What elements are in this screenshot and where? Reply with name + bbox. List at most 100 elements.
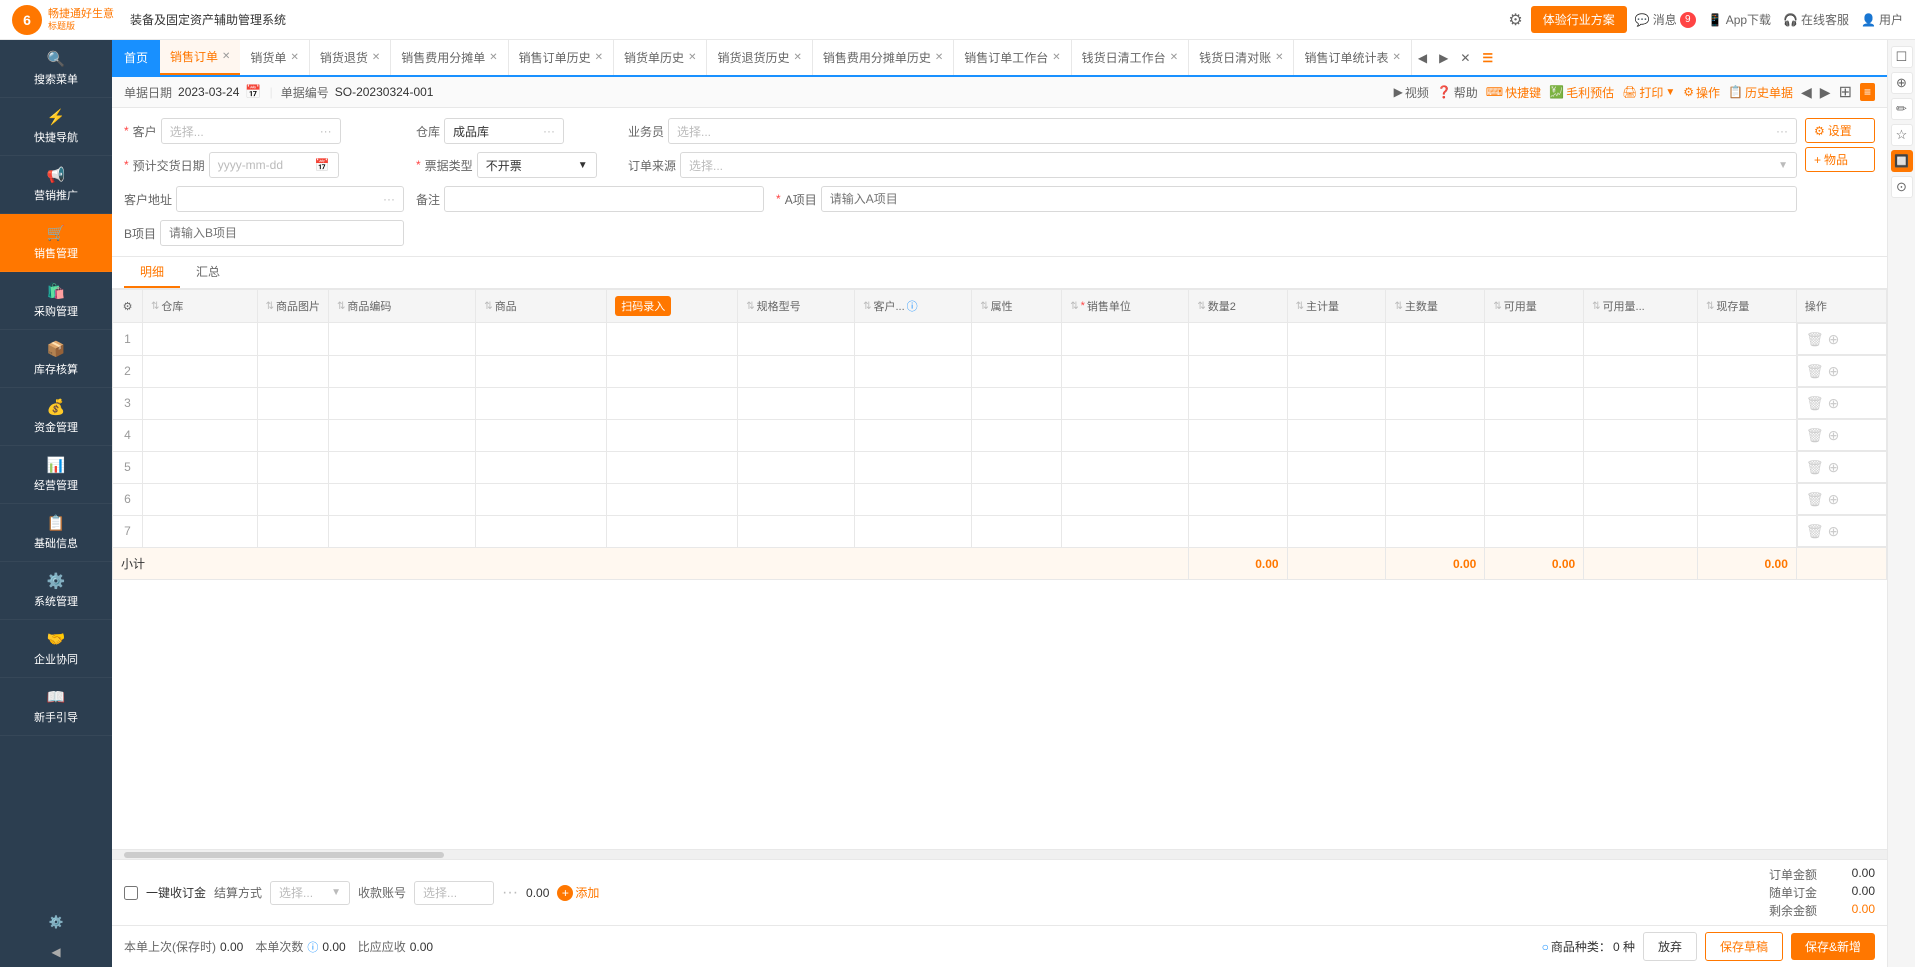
row-copy-icon[interactable]: ⊕ <box>1828 331 1840 348</box>
user-avatar[interactable]: 👤 用户 <box>1861 11 1903 28</box>
row-copy-icon[interactable]: ⊕ <box>1828 523 1840 540</box>
tab-order-history[interactable]: 销售订单历史 ✕ <box>509 40 614 75</box>
tab-expense-split[interactable]: 销售费用分摊单 ✕ <box>391 40 508 75</box>
sidebar-item-enterprise[interactable]: 🤝 企业协同 <box>0 620 112 678</box>
row-delete-icon[interactable]: 🗑 <box>1806 363 1824 380</box>
operation-btn[interactable]: ⚙ 操作 <box>1683 84 1720 101</box>
tab-summary[interactable]: 汇总 <box>180 257 236 288</box>
calendar-icon[interactable]: 📅 <box>245 84 261 100</box>
help-btn[interactable]: ❓ 帮助 <box>1437 84 1478 101</box>
tab-returns-history[interactable]: 销货退货历史 ✕ <box>707 40 812 75</box>
account-input[interactable]: 选择... <box>414 881 494 905</box>
settings-icon[interactable]: ⚙ <box>1508 10 1522 30</box>
tab-returns-history-close[interactable]: ✕ <box>793 52 801 63</box>
tab-receipt-history-close[interactable]: ✕ <box>688 52 696 63</box>
settings-quick-btn[interactable]: ⚙ 设置 <box>1805 118 1875 143</box>
tab-receipt-history[interactable]: 销货单历史 ✕ <box>614 40 707 75</box>
nav-prev-btn[interactable]: ◀ <box>1801 84 1812 101</box>
sidebar-item-finance[interactable]: 💰 资金管理 <box>0 388 112 446</box>
settlement-select[interactable]: 选择... ▼ <box>270 881 350 905</box>
row-delete-icon[interactable]: 🗑 <box>1806 331 1824 348</box>
sidebar-item-quick-nav[interactable]: ⚡ 快捷导航 <box>0 98 112 156</box>
tab-order-workbench[interactable]: 销售订单工作台 ✕ <box>954 40 1071 75</box>
tab-expense-history[interactable]: 销售费用分摊单历史 ✕ <box>813 40 954 75</box>
rs-btn-3[interactable]: ✏ <box>1891 98 1913 120</box>
tab-next[interactable]: ▶ <box>1433 40 1454 75</box>
sidebar-item-purchase[interactable]: 🛍️ 采购管理 <box>0 272 112 330</box>
view-video-btn[interactable]: ▶ 视频 <box>1394 84 1429 101</box>
add-payment-btn[interactable]: + 添加 <box>557 884 599 901</box>
col-settings-header[interactable]: ⚙ <box>113 290 143 323</box>
print-btn[interactable]: 🖨 打印 ▼ <box>1622 84 1675 101</box>
tab-home[interactable]: 首页 <box>112 40 160 75</box>
tab-prev[interactable]: ◀ <box>1412 40 1433 75</box>
order-source-input[interactable]: 选择... ▼ <box>680 152 1797 178</box>
rs-btn-4[interactable]: ☆ <box>1891 124 1913 146</box>
tab-statistics[interactable]: 销售订单统计表 ✕ <box>1294 40 1411 75</box>
sidebar-item-sales[interactable]: 🛒 销售管理 <box>0 214 112 272</box>
tab-sales-order[interactable]: 销售订单 ✕ <box>160 40 240 75</box>
project-b-input[interactable] <box>160 220 404 246</box>
save-new-button[interactable]: 保存&新增 <box>1791 933 1875 960</box>
sidebar-item-newbie[interactable]: 📖 新手引导 <box>0 678 112 736</box>
col-scan-header[interactable]: 扫码录入 <box>607 290 738 323</box>
tab-sales-receipt[interactable]: 销货单 ✕ <box>240 40 309 75</box>
salesperson-input[interactable]: 选择... ··· <box>668 118 1797 144</box>
tab-statistics-close[interactable]: ✕ <box>1393 52 1401 63</box>
delivery-date-input[interactable]: yyyy-mm-dd 📅 <box>209 152 339 178</box>
row-copy-icon[interactable]: ⊕ <box>1828 363 1840 380</box>
tab-returns-close[interactable]: ✕ <box>372 52 380 63</box>
tab-detail[interactable]: 明细 <box>124 257 180 288</box>
warehouse-input[interactable]: 成品库 ··· <box>444 118 564 144</box>
row-copy-icon[interactable]: ⊕ <box>1828 427 1840 444</box>
rs-btn-6[interactable]: ⊙ <box>1891 176 1913 198</box>
profit-btn[interactable]: 💹 毛利预估 <box>1549 84 1614 101</box>
sidebar-item-basic-info[interactable]: 📋 基础信息 <box>0 504 112 562</box>
sidebar-collapse-btn[interactable]: ◀ <box>0 937 112 967</box>
sidebar-item-management[interactable]: 📊 经营管理 <box>0 446 112 504</box>
app-download-btn[interactable]: 📱 App下载 <box>1708 11 1771 28</box>
tab-expense-split-close[interactable]: ✕ <box>489 52 497 63</box>
goods-quick-btn[interactable]: + 物品 <box>1805 147 1875 172</box>
sidebar-item-search[interactable]: 🔍 搜索菜单 <box>0 40 112 98</box>
save-draft-button[interactable]: 保存草稿 <box>1705 932 1783 961</box>
tab-daily-workbench[interactable]: 钱货日清工作台 ✕ <box>1072 40 1189 75</box>
tab-close-all[interactable]: ✕ <box>1454 40 1476 75</box>
tab-menu[interactable]: ☰ <box>1476 40 1499 75</box>
message-btn[interactable]: 💬 消息 9 <box>1635 11 1696 28</box>
row-copy-icon[interactable]: ⊕ <box>1828 459 1840 476</box>
rs-btn-2[interactable]: ⊕ <box>1891 72 1913 94</box>
sidebar-settings-btn[interactable]: ⚙️ <box>0 907 112 937</box>
scan-input-btn[interactable]: 扫码录入 <box>615 296 671 316</box>
scroll-bar-area[interactable] <box>112 849 1887 859</box>
customer-input[interactable]: 选择... ··· <box>161 118 341 144</box>
tab-daily-reconcile-close[interactable]: ✕ <box>1275 52 1283 63</box>
project-a-input[interactable] <box>821 186 1797 212</box>
row-delete-icon[interactable]: 🗑 <box>1806 427 1824 444</box>
tab-daily-reconcile[interactable]: 钱货日清对账 ✕ <box>1189 40 1294 75</box>
row-copy-icon[interactable]: ⊕ <box>1828 395 1840 412</box>
rs-btn-5[interactable]: 🔲 <box>1891 150 1913 172</box>
layout-grid-btn[interactable]: ⊞ <box>1839 82 1852 102</box>
notes-input[interactable] <box>444 186 764 212</box>
rs-btn-1[interactable]: ☐ <box>1891 46 1913 68</box>
solution-button[interactable]: 体验行业方案 <box>1531 6 1627 33</box>
row-delete-icon[interactable]: 🗑 <box>1806 491 1824 508</box>
shortcut-btn[interactable]: ⌨ 快捷键 <box>1486 84 1541 101</box>
row-delete-icon[interactable]: 🗑 <box>1806 395 1824 412</box>
row-delete-icon[interactable]: 🗑 <box>1806 459 1824 476</box>
row-delete-icon[interactable]: 🗑 <box>1806 523 1824 540</box>
tab-sales-order-close[interactable]: ✕ <box>222 51 230 62</box>
tab-order-workbench-close[interactable]: ✕ <box>1052 52 1060 63</box>
layout-list-btn[interactable]: ≡ <box>1860 83 1875 101</box>
sidebar-item-system[interactable]: ⚙️ 系统管理 <box>0 562 112 620</box>
dots-btn[interactable]: ··· <box>502 884 518 902</box>
tab-expense-history-close[interactable]: ✕ <box>935 52 943 63</box>
sidebar-item-inventory[interactable]: 📦 库存核算 <box>0 330 112 388</box>
invoice-type-select[interactable]: 不开票 ▼ <box>477 152 597 178</box>
customer-addr-input[interactable]: ··· <box>176 186 404 212</box>
sidebar-item-marketing[interactable]: 📢 营销推广 <box>0 156 112 214</box>
tab-order-history-close[interactable]: ✕ <box>595 52 603 63</box>
tab-sales-receipt-close[interactable]: ✕ <box>290 52 298 63</box>
tab-daily-workbench-close[interactable]: ✕ <box>1170 52 1178 63</box>
